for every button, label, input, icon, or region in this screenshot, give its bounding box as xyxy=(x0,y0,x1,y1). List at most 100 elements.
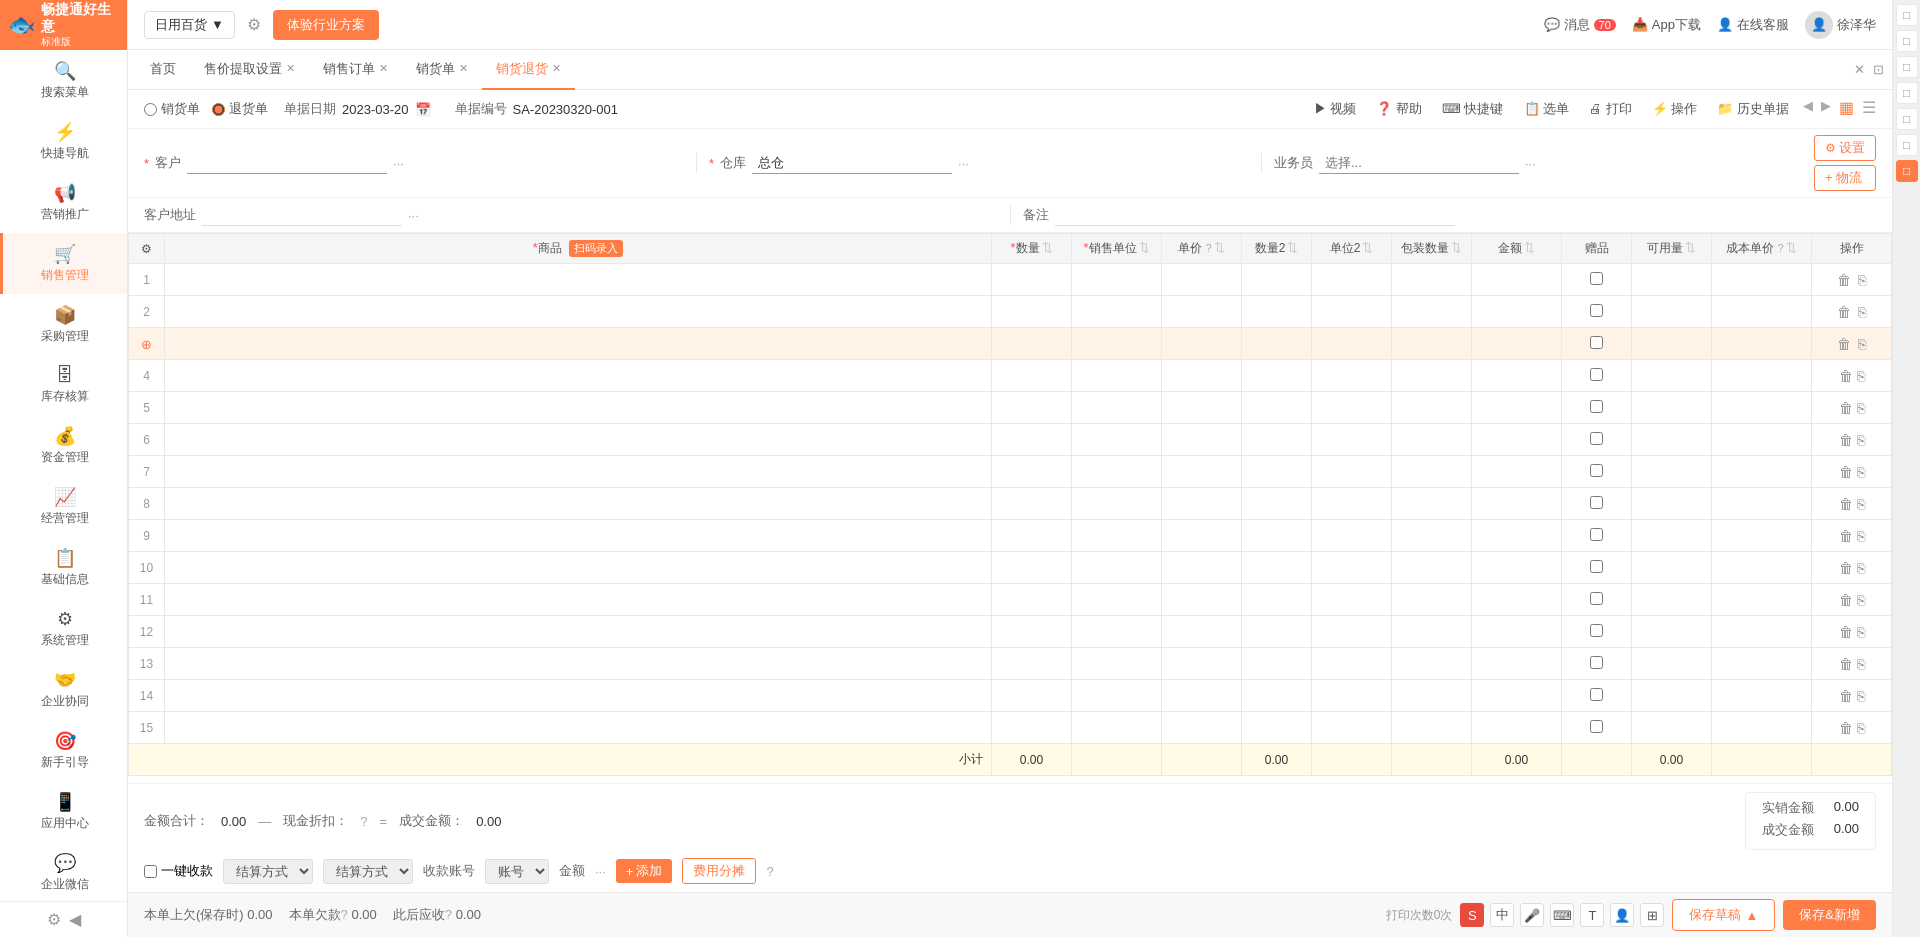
row-3-amount[interactable] xyxy=(1472,328,1562,360)
action-video[interactable]: ▶ 视频 xyxy=(1308,98,1363,120)
row-2-amount[interactable] xyxy=(1472,296,1562,328)
row-2-cost[interactable] xyxy=(1712,296,1812,328)
row-1-unit2[interactable] xyxy=(1312,264,1392,296)
sidebar-item-finance[interactable]: 💰 资金管理 xyxy=(0,415,127,476)
one-click-payment-input[interactable] xyxy=(144,865,157,878)
warehouse-input[interactable] xyxy=(752,152,952,174)
row-13-delete[interactable]: 🗑 xyxy=(1839,656,1853,672)
address-picker-icon[interactable]: ··· xyxy=(408,208,419,223)
row-2-pkg[interactable] xyxy=(1392,296,1472,328)
add-row-cell[interactable]: ⊕ xyxy=(129,328,165,360)
close-tab-icon[interactable]: ✕ xyxy=(1854,62,1865,77)
customer-picker-icon[interactable]: ··· xyxy=(393,156,404,171)
row-2-qty2[interactable] xyxy=(1242,296,1312,328)
action-shortcut[interactable]: ⌨ 快捷键 xyxy=(1436,98,1510,120)
list-view-icon[interactable]: ☰ xyxy=(1862,98,1876,120)
tab-price-settings-close[interactable]: ✕ xyxy=(286,62,295,75)
row-3-delete-icon[interactable]: 🗑 xyxy=(1837,336,1851,352)
sidebar-item-shortcut[interactable]: ⚡ 快捷导航 xyxy=(0,111,127,172)
discount-help-icon[interactable]: ? xyxy=(360,814,367,829)
row-11-copy[interactable]: ⎘ xyxy=(1857,592,1865,608)
action-print[interactable]: 🖨 打印 xyxy=(1583,98,1638,120)
tool-keyboard-icon[interactable]: ⌨ xyxy=(1550,903,1574,927)
salesperson-input[interactable] xyxy=(1319,152,1519,174)
save-new-button[interactable]: 保存&新增 xyxy=(1783,900,1876,930)
tool-zh-icon[interactable]: 中 xyxy=(1490,903,1514,927)
row-3-unit[interactable] xyxy=(1072,328,1162,360)
row-2-qty[interactable] xyxy=(992,296,1072,328)
row-1-unit[interactable] xyxy=(1072,264,1162,296)
row-10-copy[interactable]: ⎘ xyxy=(1857,560,1865,576)
sidebar-item-inventory[interactable]: 🗄 库存核算 xyxy=(0,355,127,415)
action-operate[interactable]: ⚡ 操作 xyxy=(1646,98,1704,120)
row-3-qty2[interactable] xyxy=(1242,328,1312,360)
summary-method-select[interactable]: 结算方式 xyxy=(323,859,413,884)
fee-help-icon[interactable]: ? xyxy=(766,864,773,879)
row-13-copy[interactable]: ⎘ xyxy=(1857,656,1865,672)
header-gear-icon[interactable]: ⚙ xyxy=(247,15,261,34)
row-5-delete[interactable]: 🗑 xyxy=(1839,400,1853,416)
tab-home[interactable]: 首页 xyxy=(136,50,190,90)
row-8-delete[interactable]: 🗑 xyxy=(1839,496,1853,512)
tab-sales-order-close[interactable]: ✕ xyxy=(379,62,388,75)
row-3-unit2[interactable] xyxy=(1312,328,1392,360)
tool-translate-icon[interactable]: T xyxy=(1580,903,1604,927)
add-payment-button[interactable]: + 添加 xyxy=(616,859,673,883)
debt-help-icon[interactable]: ? xyxy=(341,907,348,922)
row-6-copy[interactable]: ⎘ xyxy=(1857,432,1865,448)
row-12-delete[interactable]: 🗑 xyxy=(1839,624,1853,640)
grid-view-icon[interactable]: ▦ xyxy=(1839,98,1854,120)
row-3-pkg[interactable] xyxy=(1392,328,1472,360)
messages-item[interactable]: 💬 消息 70 xyxy=(1544,16,1616,34)
radio-return[interactable]: 退货单 xyxy=(212,100,268,118)
sidebar-item-appstore[interactable]: 📱 应用中心 xyxy=(0,781,127,842)
experience-button[interactable]: 体验行业方案 xyxy=(273,10,379,40)
row-11-delete[interactable]: 🗑 xyxy=(1839,592,1853,608)
row-3-qty[interactable] xyxy=(992,328,1072,360)
row-7-delete[interactable]: 🗑 xyxy=(1839,464,1853,480)
action-select[interactable]: 📋 选单 xyxy=(1518,98,1576,120)
row-9-copy[interactable]: ⎘ xyxy=(1857,528,1865,544)
online-service-item[interactable]: 👤 在线客服 xyxy=(1717,16,1789,34)
next-icon[interactable]: ▶ xyxy=(1821,98,1831,120)
tool-s-icon[interactable]: S xyxy=(1460,903,1484,927)
fee-split-button[interactable]: 费用分摊 xyxy=(682,858,756,884)
row-2-gift-check[interactable] xyxy=(1590,304,1603,317)
amount-picker-icon[interactable]: ··· xyxy=(595,864,606,879)
app-download-item[interactable]: 📥 App下载 xyxy=(1632,16,1701,34)
row-1-qty2[interactable] xyxy=(1242,264,1312,296)
daily-dropdown[interactable]: 日用百货 ▼ xyxy=(144,11,235,39)
row-2-price[interactable] xyxy=(1162,296,1242,328)
row-15-delete[interactable]: 🗑 xyxy=(1839,720,1853,736)
receivable-help-icon[interactable]: ? xyxy=(445,907,452,922)
action-help[interactable]: ❓ 帮助 xyxy=(1370,98,1428,120)
scan-entry-button[interactable]: 扫码录入 xyxy=(569,240,623,257)
row-15-gift-check[interactable] xyxy=(1590,720,1603,733)
sidebar-item-wechat[interactable]: 💬 企业微信 xyxy=(0,842,127,901)
row-1-available[interactable] xyxy=(1632,264,1712,296)
radio-return-input[interactable] xyxy=(212,103,225,116)
remark-input[interactable] xyxy=(1055,204,1455,226)
user-item[interactable]: 👤 徐泽华 xyxy=(1805,11,1876,39)
row-9-gift-check[interactable] xyxy=(1590,528,1603,541)
right-panel-btn-4[interactable]: □ xyxy=(1896,82,1918,104)
row-1-cost[interactable] xyxy=(1712,264,1812,296)
tool-mic-icon[interactable]: 🎤 xyxy=(1520,903,1544,927)
calc-method-select[interactable]: 结算方式 xyxy=(223,859,313,884)
row-2-unit2[interactable] xyxy=(1312,296,1392,328)
row-1-copy-icon[interactable]: ⎘ xyxy=(1858,272,1866,288)
row-5-copy[interactable]: ⎘ xyxy=(1857,400,1865,416)
radio-delivery-input[interactable] xyxy=(144,103,157,116)
right-panel-btn-1[interactable]: □ xyxy=(1896,4,1918,26)
row-8-gift-check[interactable] xyxy=(1590,496,1603,509)
tab-sales-order[interactable]: 销售订单 ✕ xyxy=(309,50,402,90)
row-15-copy[interactable]: ⎘ xyxy=(1857,720,1865,736)
sidebar-item-guide[interactable]: 🎯 新手引导 xyxy=(0,720,127,781)
row-2-product[interactable] xyxy=(165,296,992,328)
col-header-gear[interactable]: ⚙ xyxy=(129,234,165,264)
save-draft-button[interactable]: 保存草稿 ▲ xyxy=(1672,899,1775,931)
tool-qr-icon[interactable]: ⊞ xyxy=(1640,903,1664,927)
row-5-gift-check[interactable] xyxy=(1590,400,1603,413)
row-10-delete[interactable]: 🗑 xyxy=(1839,560,1853,576)
row-3-product-input[interactable] xyxy=(169,336,987,351)
